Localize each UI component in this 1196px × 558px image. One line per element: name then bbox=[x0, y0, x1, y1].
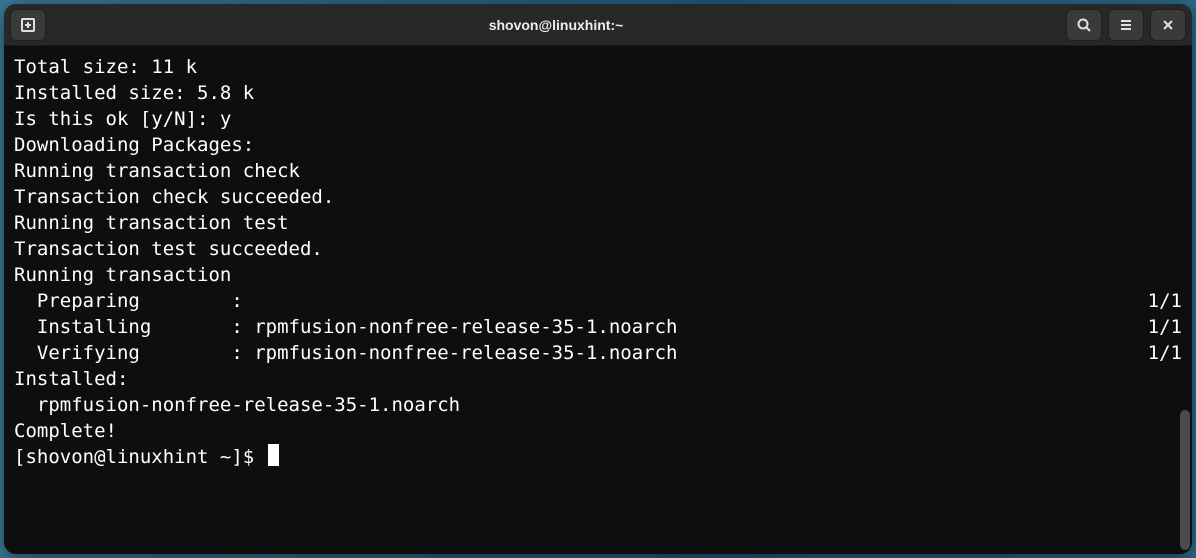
terminal-body[interactable]: Total size: 11 k Installed size: 5.8 k I… bbox=[4, 46, 1192, 554]
prompt: [shovon@linuxhint ~]$ bbox=[14, 446, 266, 468]
cursor bbox=[268, 444, 279, 466]
terminal-line: Preparing : 1/1 bbox=[14, 288, 1182, 314]
terminal-line: Is this ok [y/N]: y bbox=[14, 106, 1182, 132]
terminal-line: Transaction check succeeded. bbox=[14, 184, 1182, 210]
terminal-line: Running transaction bbox=[14, 262, 1182, 288]
menu-button[interactable] bbox=[1108, 9, 1144, 41]
terminal-line: Verifying : rpmfusion-nonfree-release-35… bbox=[14, 340, 1182, 366]
titlebar: shovon@linuxhint:~ bbox=[4, 4, 1192, 46]
scrollbar[interactable] bbox=[1180, 410, 1190, 550]
terminal-text: Preparing : bbox=[14, 288, 254, 314]
terminal-text: Verifying : rpmfusion-nonfree-release-35… bbox=[14, 340, 677, 366]
terminal-line: Transaction test succeeded. bbox=[14, 236, 1182, 262]
terminal-line: Downloading Packages: bbox=[14, 132, 1182, 158]
terminal-line: Installed size: 5.8 k bbox=[14, 80, 1182, 106]
terminal-line: Total size: 11 k bbox=[14, 54, 1182, 80]
terminal-line: Installed: bbox=[14, 366, 1182, 392]
search-button[interactable] bbox=[1066, 9, 1102, 41]
terminal-line: rpmfusion-nonfree-release-35-1.noarch bbox=[14, 392, 1182, 418]
terminal-line: Installing : rpmfusion-nonfree-release-3… bbox=[14, 314, 1182, 340]
terminal-window: shovon@linuxhint:~ Total size: 11 k Inst… bbox=[4, 4, 1192, 554]
terminal-line: Running transaction check bbox=[14, 158, 1182, 184]
terminal-line: Running transaction test bbox=[14, 210, 1182, 236]
progress-count: 1/1 bbox=[1148, 314, 1182, 340]
progress-count: 1/1 bbox=[1148, 340, 1182, 366]
progress-count: 1/1 bbox=[1148, 288, 1182, 314]
window-title: shovon@linuxhint:~ bbox=[52, 17, 1060, 33]
prompt-line: [shovon@linuxhint ~]$ bbox=[14, 444, 1182, 470]
terminal-text: Installing : rpmfusion-nonfree-release-3… bbox=[14, 314, 677, 340]
close-button[interactable] bbox=[1150, 9, 1186, 41]
new-tab-button[interactable] bbox=[10, 9, 46, 41]
terminal-line: Complete! bbox=[14, 418, 1182, 444]
